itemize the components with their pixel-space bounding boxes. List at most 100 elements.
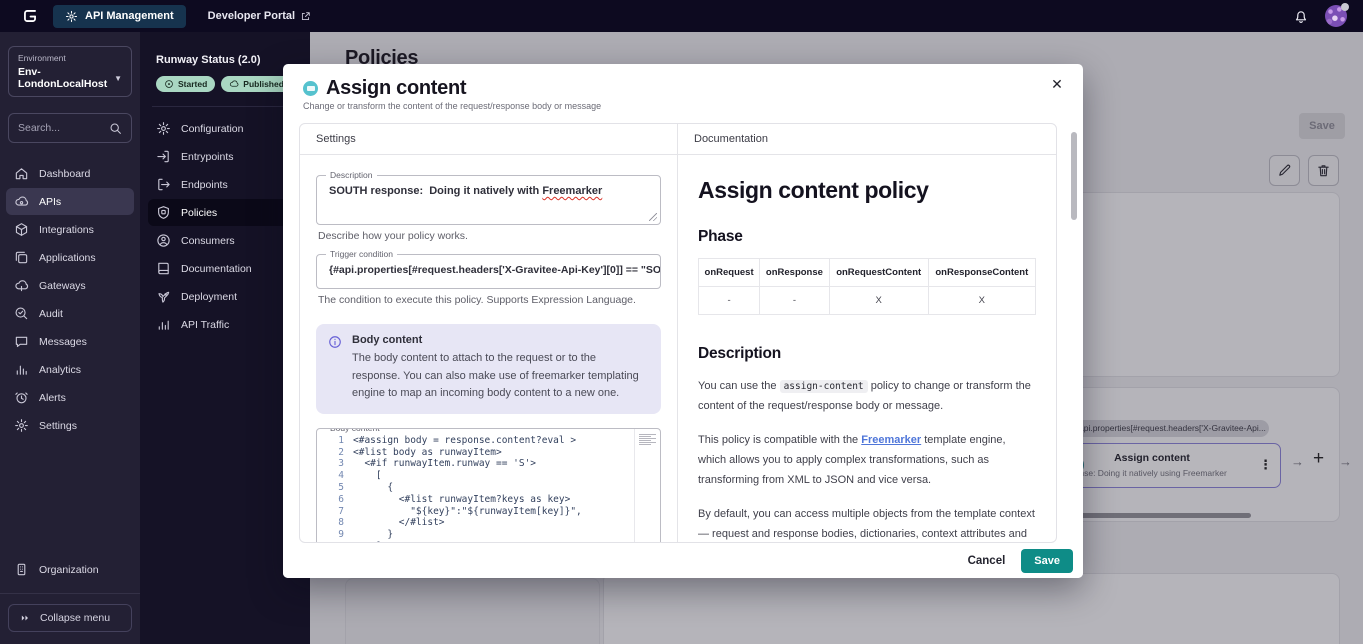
sidebar-item-settings[interactable]: Settings bbox=[6, 412, 134, 439]
nav-item-label: Configuration bbox=[181, 122, 244, 135]
code-line: 3 <#if runwayItem.runway == 'S'> bbox=[317, 458, 634, 470]
sidebar-item-analytics[interactable]: Analytics bbox=[6, 356, 134, 383]
sidebar-item-apis[interactable]: APIs bbox=[6, 188, 134, 215]
api-menu-item-entrypoints[interactable]: Entrypoints bbox=[148, 143, 302, 170]
collapse-menu-button[interactable]: Collapse menu bbox=[8, 604, 132, 632]
apis-icon bbox=[14, 194, 29, 209]
chevron-down-icon: ▼ bbox=[114, 73, 122, 83]
nav-item-label: Gateways bbox=[39, 279, 86, 292]
cloud-icon bbox=[229, 79, 239, 89]
code-text: <#list runwayItem?keys as key> bbox=[353, 493, 571, 505]
line-number: 6 bbox=[338, 493, 344, 505]
api-menu-item-api-traffic[interactable]: API Traffic bbox=[148, 311, 302, 338]
organization-label: Organization bbox=[39, 563, 99, 576]
code-chip: assign-content bbox=[779, 380, 868, 393]
sidebar-divider bbox=[0, 593, 140, 594]
assign-content-dialog: Assign content Change or transform the c… bbox=[283, 64, 1083, 578]
editor-minimap bbox=[639, 433, 656, 446]
code-text: [ bbox=[353, 470, 382, 482]
nav-item-label: Alerts bbox=[39, 391, 66, 404]
cancel-button[interactable]: Cancel bbox=[968, 555, 1006, 567]
nav-item-label: Analytics bbox=[39, 363, 82, 376]
environment-label: Environment bbox=[18, 53, 66, 63]
configuration-icon bbox=[156, 121, 171, 136]
api-menu-item-configuration[interactable]: Configuration bbox=[148, 115, 302, 142]
phase-table-header: onResponse bbox=[759, 258, 830, 287]
line-number: 3 bbox=[338, 458, 344, 470]
nav-item-label: APIs bbox=[39, 195, 62, 208]
dialog-scrollbar-thumb[interactable] bbox=[1071, 132, 1077, 220]
organization-icon bbox=[14, 562, 29, 577]
status-badge-published: Published bbox=[221, 76, 292, 92]
gravitee-logo-icon bbox=[21, 7, 39, 25]
description-field[interactable]: Description SOUTH response: Doing it nat… bbox=[316, 170, 661, 225]
api-menu-item-endpoints[interactable]: Endpoints bbox=[148, 171, 302, 198]
dialog-scrollbar[interactable] bbox=[1071, 128, 1077, 543]
body-content-info-banner: Body content The body content to attach … bbox=[316, 324, 661, 414]
sidebar-item-audit[interactable]: Audit bbox=[6, 300, 134, 327]
code-text: <#list body as runwayItem> bbox=[353, 446, 502, 458]
consumers-icon bbox=[156, 233, 171, 248]
developer-portal-link[interactable]: Developer Portal bbox=[208, 10, 311, 22]
nav-item-label: Documentation bbox=[181, 262, 252, 275]
api-menu-item-documentation[interactable]: Documentation bbox=[148, 255, 302, 282]
play-circle-icon bbox=[164, 79, 174, 89]
docs-paragraph-3: By default, you can access multiple obje… bbox=[698, 507, 1035, 541]
description-field-label: Description bbox=[326, 170, 377, 180]
gear-icon bbox=[65, 10, 78, 23]
trigger-condition-field[interactable]: Trigger condition {#api.properties[#requ… bbox=[316, 249, 661, 289]
resize-handle-icon[interactable] bbox=[649, 213, 657, 221]
code-text: } bbox=[353, 529, 394, 541]
sidebar-item-organization[interactable]: Organization bbox=[6, 556, 134, 583]
code-line: 1 <#assign body = response.content?eval > bbox=[317, 435, 634, 447]
trigger-condition-hint: The condition to execute this policy. Su… bbox=[318, 294, 636, 306]
docs-title: Assign content policy bbox=[698, 177, 929, 203]
settings-header: Settings bbox=[300, 124, 677, 155]
api-menu-item-consumers[interactable]: Consumers bbox=[148, 227, 302, 254]
user-avatar[interactable] bbox=[1325, 3, 1349, 27]
line-number: 4 bbox=[338, 470, 344, 482]
api-management-button[interactable]: API Management bbox=[53, 4, 186, 28]
developer-portal-label: Developer Portal bbox=[207, 10, 296, 22]
analytics-icon bbox=[14, 362, 29, 377]
sidebar-item-alerts[interactable]: Alerts bbox=[6, 384, 134, 411]
line-number: 9 bbox=[338, 529, 344, 541]
collapse-menu-label: Collapse menu bbox=[40, 612, 111, 624]
api-menu-item-deployment[interactable]: Deployment bbox=[148, 283, 302, 310]
save-button[interactable]: Save bbox=[1021, 548, 1073, 573]
nav-item-label: Settings bbox=[39, 419, 77, 432]
search-input[interactable] bbox=[18, 122, 103, 134]
freemarker-link[interactable]: Freemarker bbox=[861, 434, 921, 446]
environment-value: Env-LondonLocalHost bbox=[18, 66, 108, 90]
nav-item-label: Audit bbox=[39, 307, 63, 320]
sidebar-item-dashboard[interactable]: Dashboard bbox=[6, 160, 134, 187]
api-menu-item-policies[interactable]: Policies bbox=[148, 199, 302, 226]
endpoints-icon bbox=[156, 177, 171, 192]
line-number: 2 bbox=[338, 446, 344, 458]
sidebar-search[interactable] bbox=[8, 113, 132, 143]
code-line: 9 } bbox=[317, 529, 634, 541]
sidebar-menu: Dashboard APIs Integrations Applications Gat… bbox=[0, 159, 140, 440]
code-line: 10 ] bbox=[317, 541, 634, 542]
nav-item-label: Dashboard bbox=[39, 167, 91, 180]
environment-selector[interactable]: Environment Env-LondonLocalHost ▼ bbox=[8, 46, 132, 97]
documentation-header: Documentation bbox=[677, 124, 1056, 155]
body-content-editor[interactable]: Body content * 1 <#assign body = response… bbox=[316, 427, 661, 542]
code-text: <#assign body = response.content?eval > bbox=[353, 434, 577, 446]
docs-paragraph-1: You can use the assign-content policy to… bbox=[698, 380, 1031, 413]
sidebar-item-messages[interactable]: Messages bbox=[6, 328, 134, 355]
sidebar-item-integrations[interactable]: Integrations bbox=[6, 216, 134, 243]
notifications-bell-icon[interactable] bbox=[1293, 8, 1309, 24]
collapse-icon bbox=[19, 612, 31, 624]
code-line: 6 <#list runwayItem?keys as key> bbox=[317, 494, 634, 506]
main-sidebar: Environment Env-LondonLocalHost ▼ Dashboa… bbox=[0, 32, 140, 644]
code-editor[interactable]: 1 <#assign body = response.content?eval >… bbox=[317, 435, 634, 542]
sidebar-item-gateways[interactable]: Gateways bbox=[6, 272, 134, 299]
integrations-icon bbox=[14, 222, 29, 237]
gateways-icon bbox=[14, 278, 29, 293]
sidebar-item-applications[interactable]: Applications bbox=[6, 244, 134, 271]
close-icon[interactable]: ✕ bbox=[1047, 74, 1067, 94]
settings-panel: Description SOUTH response: Doing it nat… bbox=[300, 155, 677, 542]
phase-table-cell: - bbox=[759, 286, 830, 315]
code-line: 2 <#list body as runwayItem> bbox=[317, 447, 634, 459]
